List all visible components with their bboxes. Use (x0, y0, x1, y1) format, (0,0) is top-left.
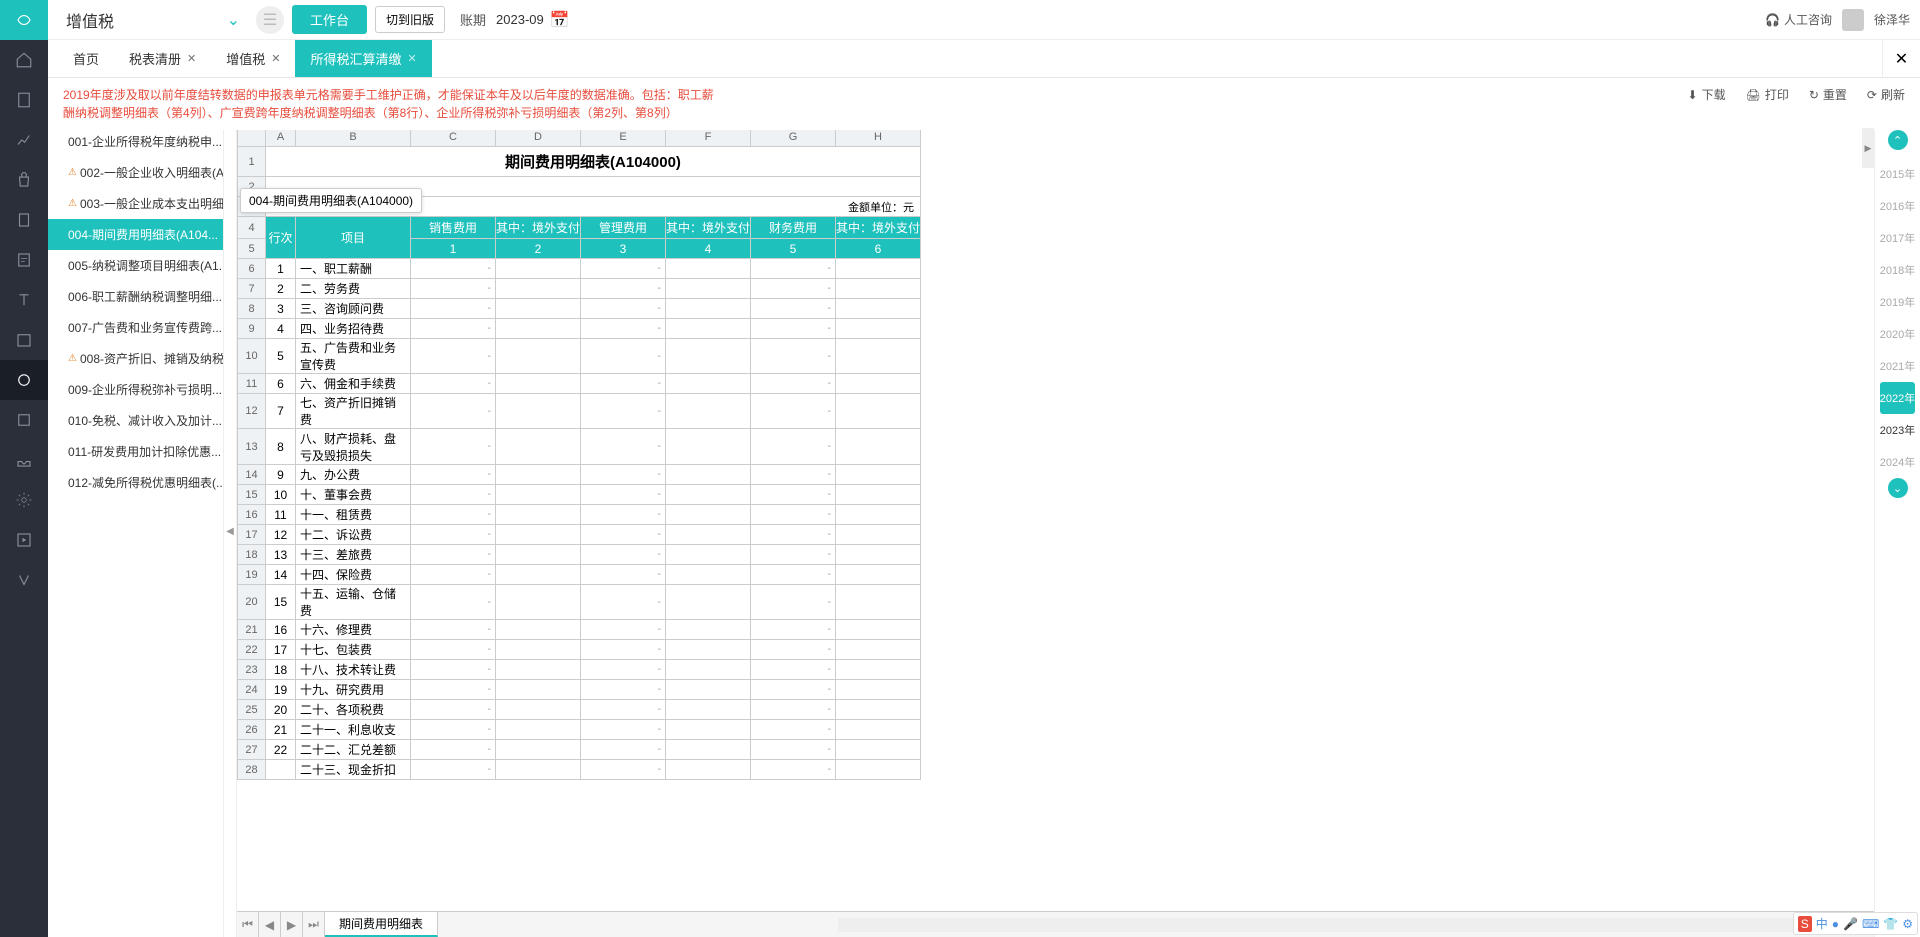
sheet-tab[interactable]: 期间费用明细表 (325, 912, 438, 937)
rail-export-icon[interactable] (0, 400, 48, 440)
form-item[interactable]: 004-期间费用明细表(A104... (48, 219, 223, 250)
year-2019年[interactable]: 2019年 (1880, 286, 1915, 318)
notice-text: 2019年度涉及取以前年度结转数据的申报表单元格需要手工维护正确，才能保证本年及… (63, 86, 723, 122)
username: 徐泽华 (1874, 11, 1910, 28)
year-2023年[interactable]: 2023年 (1880, 414, 1915, 446)
form-item[interactable]: ⚠003-一般企业成本支出明细... (48, 188, 223, 219)
sheet-nav-last[interactable]: ⏭ (303, 912, 325, 937)
form-item[interactable]: 010-免税、减计收入及加计... (48, 405, 223, 436)
chevron-down-icon: ⌄ (227, 10, 240, 30)
form-item[interactable]: 006-职工薪酬纳税调整明细... (48, 281, 223, 312)
year-2015年[interactable]: 2015年 (1880, 158, 1915, 190)
consult-link[interactable]: 🎧 人工咨询 (1765, 11, 1832, 28)
form-item[interactable]: 009-企业所得税弥补亏损明... (48, 374, 223, 405)
close-icon[interactable]: ✕ (408, 52, 417, 65)
form-item[interactable]: 011-研发费用加计扣除优惠... (48, 436, 223, 467)
warn-icon: ⚠ (68, 198, 77, 209)
year-2024年[interactable]: 2024年 (1880, 446, 1915, 478)
download-button[interactable]: ⬇ 下载 (1688, 86, 1726, 103)
period-label: 账期 (460, 10, 486, 29)
round-button[interactable]: ☰ (256, 6, 284, 34)
rail-settings-icon[interactable] (0, 480, 48, 520)
page-tabs: 首页税表清册✕增值税✕所得税汇算清缴✕ ✕ (48, 40, 1920, 78)
sheet-nav-prev[interactable]: ◀ (259, 912, 281, 937)
form-item[interactable]: ⚠008-资产折旧、摊销及纳税... (48, 343, 223, 374)
year-rail: ⌃ 2015年2016年2017年2018年2019年2020年2021年202… (1874, 126, 1920, 937)
form-tooltip: 004-期间费用明细表(A104000) (240, 188, 422, 213)
year-down-icon[interactable]: ⌄ (1888, 478, 1908, 498)
form-item[interactable]: 005-纳税调整项目明细表(A1... (48, 250, 223, 281)
rail-chart-icon[interactable] (0, 120, 48, 160)
rail-text-icon[interactable] (0, 280, 48, 320)
rail-bag-icon[interactable] (0, 160, 48, 200)
workbench-button[interactable]: 工作台 (292, 5, 367, 34)
sheet-title: 期间费用明细表(A104000) (266, 147, 921, 177)
year-up-icon[interactable]: ⌃ (1888, 130, 1908, 150)
year-2020年[interactable]: 2020年 (1880, 318, 1915, 350)
collapse-handle[interactable]: ◀ (223, 126, 237, 937)
close-icon[interactable]: ✕ (187, 52, 196, 65)
avatar[interactable] (1842, 9, 1864, 31)
rail-home-icon[interactable] (0, 40, 48, 80)
rail-play-icon[interactable] (0, 520, 48, 560)
reset-button[interactable]: ↻ 重置 (1809, 86, 1847, 103)
form-item[interactable]: ⚠002-一般企业收入明细表(A... (48, 157, 223, 188)
period-value[interactable]: 2023-09 (496, 12, 544, 27)
sheet-tabs: ⏮ ◀ ▶ ⏭ 期间费用明细表 (237, 911, 1874, 937)
calendar-icon[interactable]: 📅 (550, 10, 570, 30)
switch-old-button[interactable]: 切到旧版 (375, 6, 445, 33)
spreadsheet[interactable]: ABCDEFGH 1期间费用明细表(A104000) 2 3金额单位：元 4 行… (237, 126, 921, 780)
expand-handle[interactable]: ▶ (1862, 128, 1874, 168)
ime-bar: S 中●🎤⌨👕⚙ (1793, 912, 1918, 935)
horizontal-scrollbar[interactable] (838, 918, 1874, 932)
rail-calendar-icon[interactable] (0, 320, 48, 360)
close-icon[interactable]: ✕ (271, 52, 280, 65)
warn-icon: ⚠ (68, 167, 77, 178)
rail-inbox-icon[interactable] (0, 440, 48, 480)
year-2016年[interactable]: 2016年 (1880, 190, 1915, 222)
form-item[interactable]: 001-企业所得税年度纳税申... (48, 126, 223, 157)
sheet-nav-next[interactable]: ▶ (281, 912, 303, 937)
warn-icon: ⚠ (68, 353, 77, 364)
rail-doc-icon[interactable] (0, 80, 48, 120)
sheet-nav-first[interactable]: ⏮ (237, 912, 259, 937)
app-logo[interactable] (0, 0, 48, 40)
form-list: 001-企业所得税年度纳税申...⚠002-一般企业收入明细表(A...⚠003… (48, 126, 223, 937)
rail-active-icon[interactable] (0, 360, 48, 400)
tab-首页[interactable]: 首页 (58, 40, 114, 77)
refresh-button[interactable]: ⟳ 刷新 (1867, 86, 1905, 103)
tax-type-selector[interactable]: 增值税 ⌄ (58, 6, 248, 34)
rail-report-icon[interactable] (0, 240, 48, 280)
form-item[interactable]: 007-广告费和业务宣传费跨... (48, 312, 223, 343)
print-button[interactable]: 🖨 打印 (1746, 86, 1789, 103)
year-2018年[interactable]: 2018年 (1880, 254, 1915, 286)
year-2022年[interactable]: 2022年 (1880, 382, 1915, 414)
tab-增值税[interactable]: 增值税✕ (211, 40, 295, 77)
tab-税表清册[interactable]: 税表清册✕ (114, 40, 211, 77)
close-all-tabs[interactable]: ✕ (1882, 40, 1920, 77)
tab-所得税汇算清缴[interactable]: 所得税汇算清缴✕ (295, 40, 431, 77)
rail-v-icon[interactable] (0, 560, 48, 600)
year-2021年[interactable]: 2021年 (1880, 350, 1915, 382)
form-item[interactable]: 012-减免所得税优惠明细表(... (48, 467, 223, 498)
tax-type-label: 增值税 (66, 8, 114, 32)
year-2017年[interactable]: 2017年 (1880, 222, 1915, 254)
topbar: 增值税 ⌄ ☰ 工作台 切到旧版 账期 2023-09 📅 🎧 人工咨询 徐泽华 (48, 0, 1920, 40)
left-nav-rail (0, 0, 48, 937)
rail-clipboard-icon[interactable] (0, 200, 48, 240)
